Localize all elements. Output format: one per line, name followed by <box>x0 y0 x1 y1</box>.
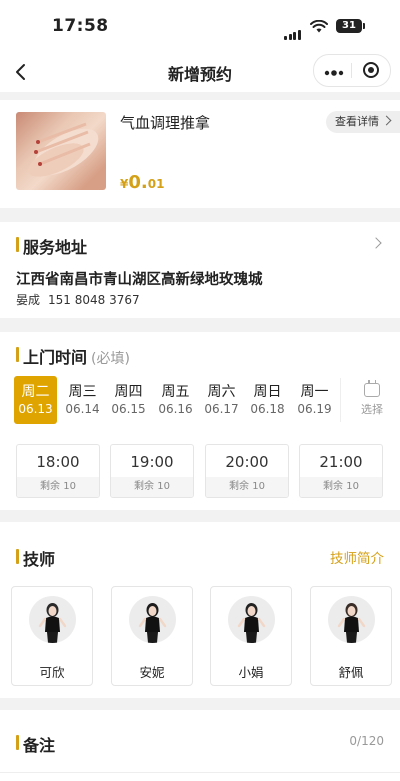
date-divider <box>340 378 341 422</box>
date-option[interactable]: 周二 06.13 <box>14 376 57 424</box>
technician-name: 舒佩 <box>338 665 364 680</box>
service-card: 气血调理推拿 查看详情 ¥0.01 <box>0 100 400 208</box>
calendar-label: 选择 <box>361 403 383 416</box>
close-mini-program-icon[interactable] <box>363 62 379 78</box>
date-weekday: 周六 <box>207 384 236 400</box>
date-value: 06.18 <box>250 402 285 416</box>
technician-avatar <box>129 596 176 643</box>
date-option[interactable]: 周一 06.19 <box>293 376 336 424</box>
section-title-address: 服务地址 <box>16 234 87 258</box>
required-hint: (必填) <box>91 351 130 367</box>
nav-bar: 新增预约 <box>0 52 400 92</box>
service-price: ¥0.01 <box>120 172 164 193</box>
date-value: 06.16 <box>158 402 193 416</box>
battery-icon: 31 <box>336 19 365 33</box>
technician-section: 技师 技师简介 可欣 安妮 小娟 舒佩 <box>0 522 400 698</box>
time-slot[interactable]: 21:00 剩余 10 <box>299 444 383 498</box>
service-address-section[interactable]: 服务地址 江西省南昌市青山湖区高新绿地玫瑰城 晏成 151 8048 3767 <box>0 222 400 318</box>
calendar-picker-button[interactable]: 选择 <box>356 380 388 417</box>
date-weekday: 周四 <box>114 384 143 400</box>
technician-avatar <box>228 596 275 643</box>
date-value: 06.19 <box>297 402 332 416</box>
time-slot-remaining: 剩余 10 <box>17 477 99 497</box>
date-value: 06.17 <box>204 402 239 416</box>
chevron-right-icon <box>370 237 382 249</box>
technician-card[interactable]: 可欣 <box>11 586 93 686</box>
signal-icon <box>284 21 302 40</box>
date-option[interactable]: 周四 06.15 <box>107 376 150 424</box>
date-selector: 周二 06.13 周三 06.14 周四 06.15 周五 06.16 周六 06.17 周日 06.… <box>14 376 354 426</box>
date-option[interactable]: 周日 06.18 <box>246 376 289 424</box>
service-image <box>16 112 106 190</box>
technician-card[interactable]: 安妮 <box>111 586 193 686</box>
time-slot-remaining: 剩余 10 <box>300 477 382 497</box>
chevron-right-icon <box>381 115 392 126</box>
section-title-time-label: 上门时间 <box>23 348 88 367</box>
address-line: 江西省南昌市青山湖区高新绿地玫瑰城 <box>16 272 263 288</box>
remark-section: 备注 0/120 <box>0 710 400 781</box>
technician-card[interactable]: 小娟 <box>210 586 292 686</box>
service-name: 气血调理推拿 <box>120 114 211 132</box>
technician-name: 小娟 <box>238 665 264 680</box>
time-slot[interactable]: 18:00 剩余 10 <box>16 444 100 498</box>
date-option[interactable]: 周六 06.17 <box>200 376 243 424</box>
date-option[interactable]: 周五 06.16 <box>154 376 197 424</box>
time-slot-time: 18:00 <box>36 453 80 471</box>
contact-info: 晏成 151 8048 3767 <box>16 291 140 308</box>
technician-card[interactable]: 舒佩 <box>310 586 392 686</box>
date-weekday: 周日 <box>253 384 282 400</box>
section-title-remark: 备注 <box>16 732 55 756</box>
remark-char-counter: 0/120 <box>349 734 384 748</box>
status-bar: 17:58 31 <box>0 0 400 52</box>
date-weekday: 周一 <box>300 384 329 400</box>
technician-avatar <box>29 596 76 643</box>
date-value: 06.15 <box>111 402 146 416</box>
date-value: 06.14 <box>65 402 100 416</box>
time-slot-time: 21:00 <box>319 453 363 471</box>
date-option[interactable]: 周三 06.14 <box>61 376 104 424</box>
technician-avatar <box>328 596 375 643</box>
time-slot[interactable]: 20:00 剩余 10 <box>205 444 289 498</box>
view-details-button[interactable]: 查看详情 <box>326 111 400 133</box>
wifi-icon <box>310 18 328 37</box>
status-time: 17:58 <box>52 16 109 36</box>
price-decimal: 01 <box>147 177 165 191</box>
date-value: 06.13 <box>18 402 53 416</box>
date-weekday: 周五 <box>161 384 190 400</box>
time-slot-remaining: 剩余 10 <box>206 477 288 497</box>
section-title-technician: 技师 <box>16 546 55 570</box>
date-weekday: 周三 <box>68 384 97 400</box>
time-slot-time: 20:00 <box>225 453 269 471</box>
divider <box>0 772 400 773</box>
time-slot-remaining: 剩余 10 <box>111 477 193 497</box>
section-title-time: 上门时间 (必填) <box>16 344 130 368</box>
contact-phone: 151 8048 3767 <box>48 293 140 307</box>
view-details-label: 查看详情 <box>335 115 379 128</box>
mini-program-capsule <box>313 54 391 87</box>
date-weekday: 周二 <box>21 384 50 400</box>
time-slot-time: 19:00 <box>130 453 174 471</box>
technician-name: 安妮 <box>139 665 165 680</box>
time-slot[interactable]: 19:00 剩余 10 <box>110 444 194 498</box>
technician-name: 可欣 <box>39 665 65 680</box>
visit-time-section: 上门时间 (必填) 周二 06.13 周三 06.14 周四 06.15 周五 06.16 周六 0… <box>0 332 400 510</box>
contact-name: 晏成 <box>16 293 41 307</box>
technician-intro-link[interactable]: 技师简介 <box>330 547 384 567</box>
calendar-icon <box>364 380 380 397</box>
more-options-icon[interactable] <box>324 64 344 76</box>
price-integer: 0. <box>128 172 148 193</box>
capsule-divider <box>351 63 352 78</box>
